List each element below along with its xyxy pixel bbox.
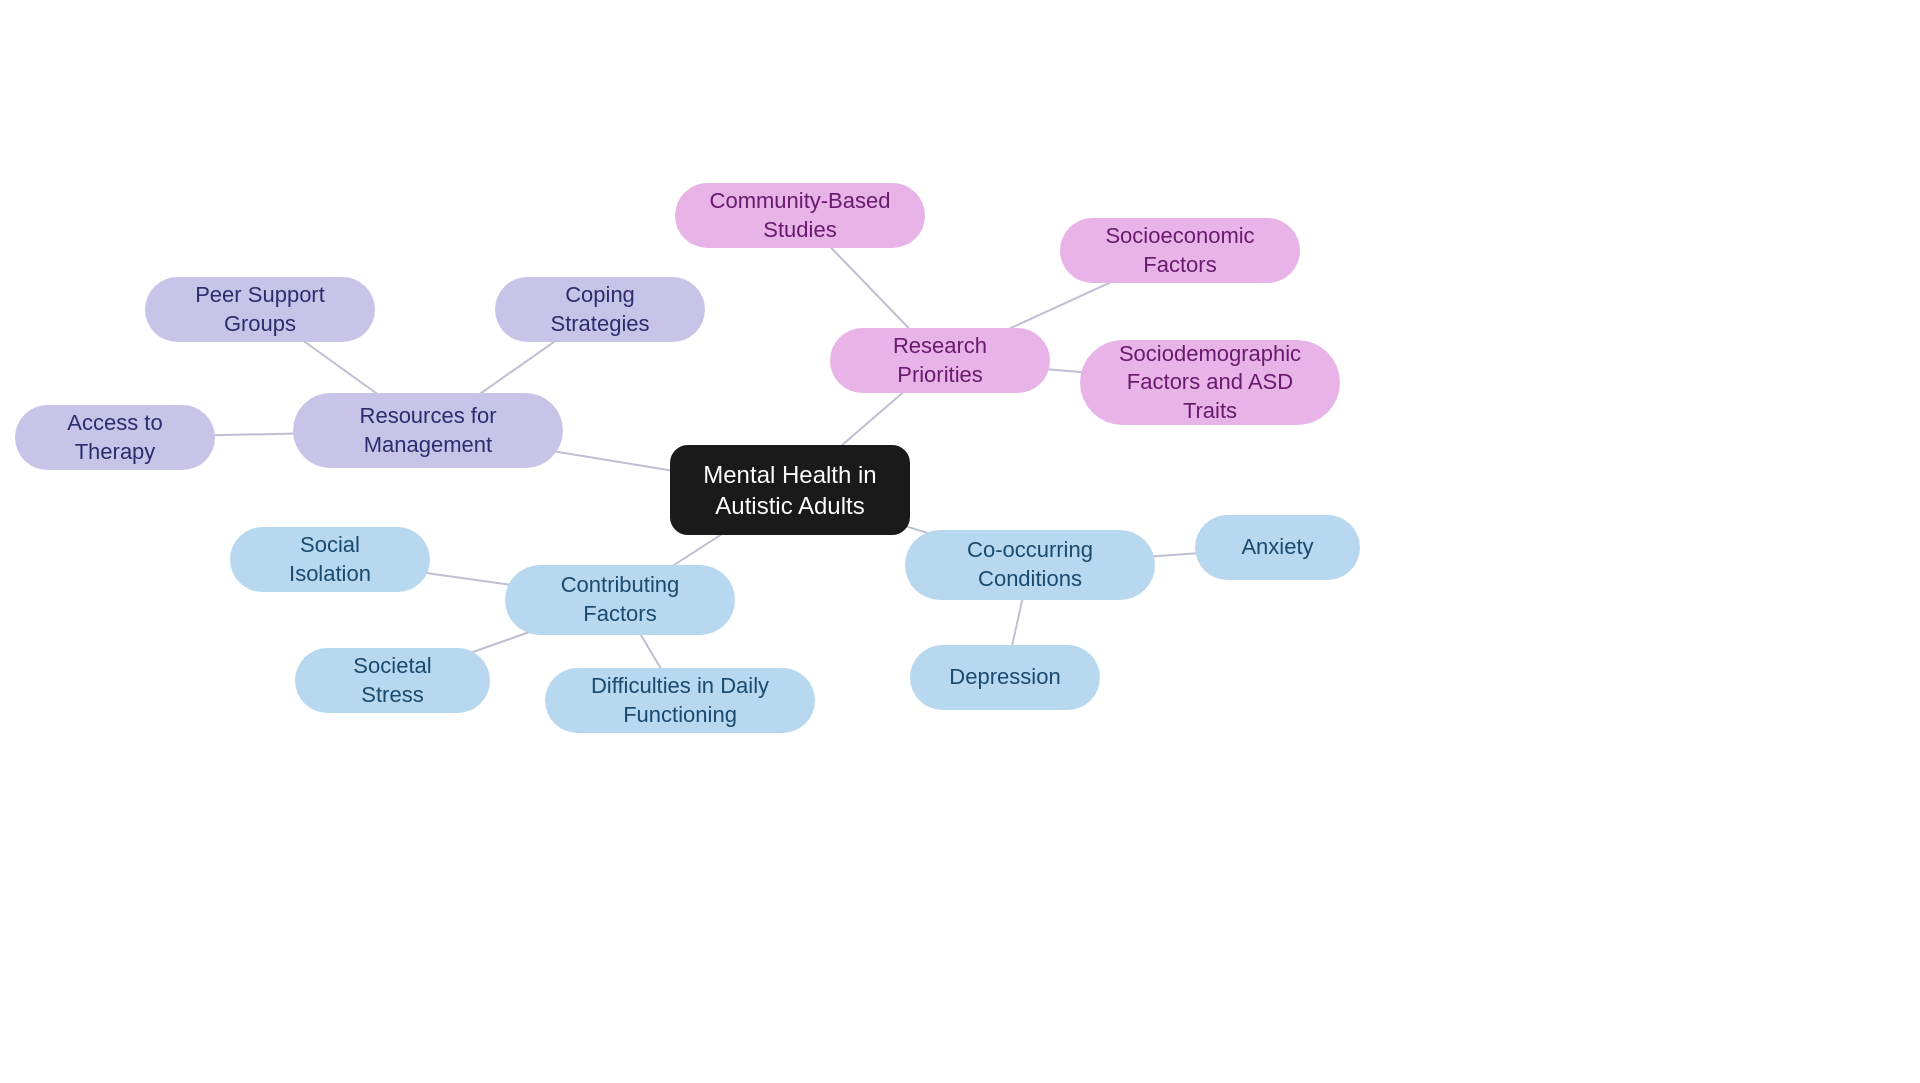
social-isolation-node[interactable]: Social Isolation [230, 527, 430, 592]
sociodemographic-node[interactable]: Sociodemographic Factors and ASD Traits [1080, 340, 1340, 425]
anxiety-node[interactable]: Anxiety [1195, 515, 1360, 580]
research-priorities-node[interactable]: Research Priorities [830, 328, 1050, 393]
coping-strategies-node[interactable]: Coping Strategies [495, 277, 705, 342]
depression-node[interactable]: Depression [910, 645, 1100, 710]
daily-functioning-node[interactable]: Difficulties in Daily Functioning [545, 668, 815, 733]
co-occurring-node[interactable]: Co-occurring Conditions [905, 530, 1155, 600]
peer-support-node[interactable]: Peer Support Groups [145, 277, 375, 342]
socioeconomic-node[interactable]: Socioeconomic Factors [1060, 218, 1300, 283]
community-studies-node[interactable]: Community-Based Studies [675, 183, 925, 248]
contributing-factors-node[interactable]: Contributing Factors [505, 565, 735, 635]
resources-node[interactable]: Resources for Management [293, 393, 563, 468]
societal-stress-node[interactable]: Societal Stress [295, 648, 490, 713]
access-therapy-node[interactable]: Access to Therapy [15, 405, 215, 470]
center-node[interactable]: Mental Health in Autistic Adults [670, 445, 910, 535]
